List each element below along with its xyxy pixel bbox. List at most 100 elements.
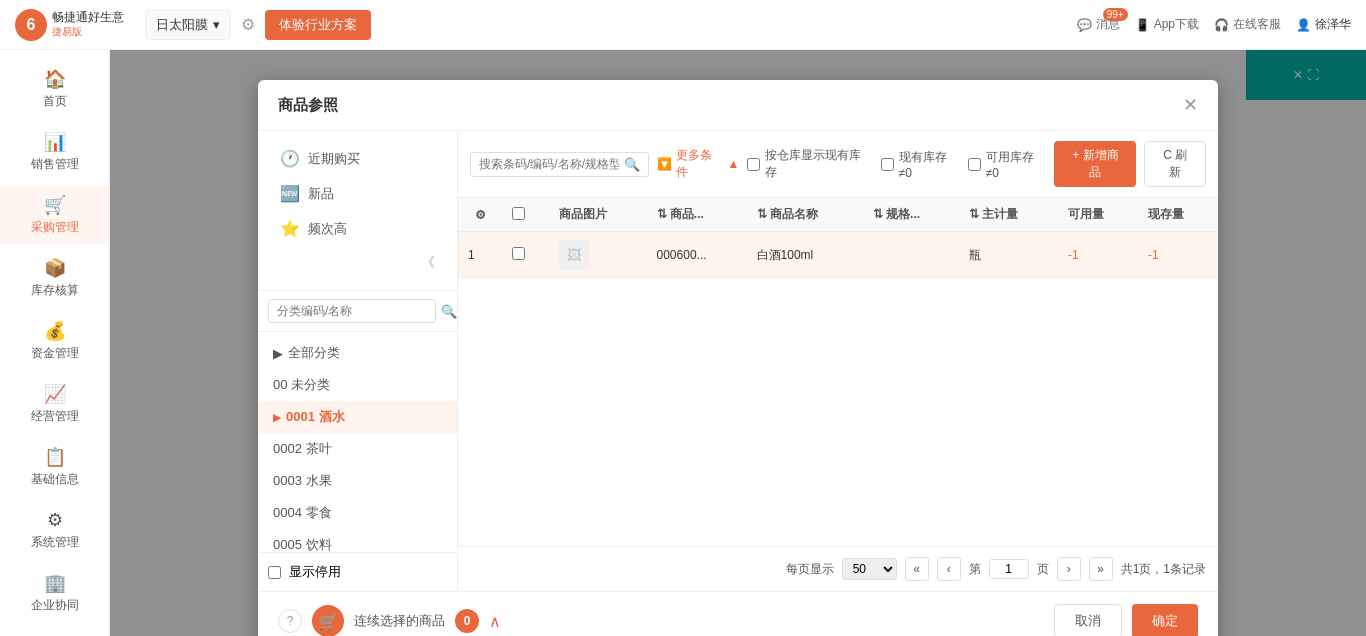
filter-arrow: ▲ <box>728 157 740 171</box>
category-00[interactable]: 00 未分类 <box>258 369 457 401</box>
sidebar-item-system[interactable]: ⚙ 系统管理 <box>0 501 109 559</box>
row-spec <box>863 232 959 279</box>
category-list: ▶ 全部分类 00 未分类 ▶ 0001 酒水 0002 茶 <box>258 332 457 552</box>
app-download-nav[interactable]: 📱 App下载 <box>1135 16 1199 33</box>
category-0002-label: 0002 茶叶 <box>273 440 332 458</box>
row-stock: -1 <box>1138 232 1218 279</box>
user-nav[interactable]: 👤 徐泽华 <box>1296 16 1351 33</box>
main-content: ✕ ⛶ 商品参照 ✕ <box>110 50 1366 636</box>
select-all-checkbox[interactable] <box>512 207 525 220</box>
cancel-button[interactable]: 取消 <box>1054 604 1122 636</box>
col-available-header: 可用量 <box>1058 198 1138 232</box>
row-image: 🖼 <box>549 232 646 279</box>
question-mark-icon: ? <box>287 614 294 628</box>
per-page-select[interactable]: 50 10 20 100 <box>842 558 897 580</box>
quick-access-area: 🕐 近期购买 🆕 新品 ⭐ 频次高 <box>258 131 457 291</box>
next-page-button[interactable]: › <box>1057 557 1081 581</box>
current-stock-checkbox-group: 现有库存≠0 <box>881 149 960 180</box>
brand-name: 畅捷通好生意 <box>52 10 124 26</box>
enterprise-icon: 🏢 <box>44 572 66 594</box>
sidebar-item-basic-info[interactable]: 📋 基础信息 <box>0 438 109 496</box>
username-label: 徐泽华 <box>1315 16 1351 33</box>
sidebar-item-inventory[interactable]: 📦 库存核算 <box>0 249 109 307</box>
show-disabled-checkbox[interactable] <box>268 566 281 579</box>
help-icon-button[interactable]: ? <box>278 609 302 633</box>
left-panel-bottom: 显示停用 <box>258 552 457 591</box>
sidebar-item-finance[interactable]: 💰 资金管理 <box>0 312 109 370</box>
first-page-button[interactable]: « <box>905 557 929 581</box>
warehouse-stock-label: 按仓库显示现有库存 <box>765 147 872 181</box>
col-spec-header[interactable]: ⇅ 规格... <box>863 198 959 232</box>
confirm-button[interactable]: 确定 <box>1132 604 1198 636</box>
nav-right: 💬 消息 99+ 📱 App下载 🎧 在线客服 👤 徐泽华 <box>1077 16 1351 33</box>
sidebar-item-home[interactable]: 🏠 首页 <box>0 60 109 118</box>
col-code-header[interactable]: ⇅ 商品... <box>647 198 747 232</box>
logo-area: 6 畅捷通好生意 捷易版 <box>15 9 135 41</box>
last-page-button[interactable]: » <box>1089 557 1113 581</box>
col-settings-header[interactable]: ⚙ <box>458 198 502 232</box>
category-search-input[interactable] <box>268 299 436 323</box>
refresh-button[interactable]: C 刷新 <box>1144 141 1206 187</box>
more-filter-button[interactable]: 🔽 更多条件 ▲ <box>657 147 739 181</box>
cart-button[interactable]: 🛒 <box>312 605 344 636</box>
product-search-input[interactable] <box>479 157 619 171</box>
col-stock-header: 现存量 <box>1138 198 1218 232</box>
row-num: 1 <box>458 232 502 279</box>
footer-right-buttons: 取消 确定 <box>1054 604 1198 636</box>
current-stock-checkbox[interactable] <box>881 158 894 171</box>
col-unit-header[interactable]: ⇅ 主计量 <box>959 198 1058 232</box>
category-00-label: 00 未分类 <box>273 376 330 394</box>
collapse-left-panel[interactable]: 《 <box>268 246 447 280</box>
store-selector[interactable]: 日太阳膜 ▾ <box>145 10 231 40</box>
product-search-bar: 🔍 <box>470 152 649 177</box>
search-icon[interactable]: 🔍 <box>624 157 640 172</box>
category-0002[interactable]: 0002 茶叶 <box>258 433 457 465</box>
toolbar-right-buttons: + 新增商品 C 刷新 <box>1054 141 1206 187</box>
page-suffix: 页 <box>1037 561 1049 578</box>
col-name-header[interactable]: ⇅ 商品名称 <box>747 198 863 232</box>
add-product-button[interactable]: + 新增商品 <box>1054 141 1136 187</box>
category-0001[interactable]: ▶ 0001 酒水 <box>258 401 457 433</box>
home-icon: 🏠 <box>44 68 66 90</box>
quick-item-recent[interactable]: 🕐 近期购买 <box>268 141 447 176</box>
page-number-input[interactable] <box>989 559 1029 579</box>
col-checkbox-header[interactable] <box>502 198 549 232</box>
sidebar-item-guide[interactable]: 🎯 新手引导 <box>0 627 109 636</box>
trial-button[interactable]: 体验行业方案 <box>265 10 371 40</box>
row-code: 000600... <box>647 232 747 279</box>
sidebar-item-sales[interactable]: 📊 销售管理 <box>0 123 109 181</box>
settings-icon[interactable]: ⚙ <box>241 15 255 34</box>
sidebar-item-enterprise[interactable]: 🏢 企业协同 <box>0 564 109 622</box>
quick-item-frequent[interactable]: ⭐ 频次高 <box>268 211 447 246</box>
available-stock-label: 可用库存≠0 <box>986 149 1047 180</box>
left-panel: 🕐 近期购买 🆕 新品 ⭐ 频次高 <box>258 131 458 591</box>
recent-icon: 🕐 <box>280 149 300 168</box>
sidebar-item-management[interactable]: 📈 经营管理 <box>0 375 109 433</box>
show-disabled-label: 显示停用 <box>289 563 341 581</box>
table-row[interactable]: 1 🖼 000600... 白酒100ml <box>458 232 1218 279</box>
messages-nav[interactable]: 💬 消息 99+ <box>1077 16 1120 33</box>
recent-label: 近期购买 <box>308 150 360 168</box>
modal-footer: ? 🛒 连续选择的商品 0 ∧ 取消 确定 <box>258 591 1218 636</box>
category-search-icon[interactable]: 🔍 <box>441 304 457 319</box>
img-placeholder: 🖼 <box>567 247 581 263</box>
warehouse-stock-checkbox[interactable] <box>747 158 760 171</box>
sidebar-basic-info-label: 基础信息 <box>31 471 79 488</box>
sidebar-item-purchase[interactable]: 🛒 采购管理 <box>0 186 109 244</box>
category-0005[interactable]: 0005 饮料 <box>258 529 457 552</box>
cat0001-arrow: ▶ <box>273 412 281 423</box>
continuous-select-label: 连续选择的商品 <box>354 612 445 630</box>
quick-item-new[interactable]: 🆕 新品 <box>268 176 447 211</box>
prev-page-button[interactable]: ‹ <box>937 557 961 581</box>
row-checkbox[interactable] <box>502 232 549 279</box>
product-table-container: ⚙ 商品图片 ⇅ 商品... <box>458 198 1218 546</box>
modal-close-button[interactable]: ✕ <box>1183 94 1198 116</box>
category-all[interactable]: ▶ 全部分类 <box>258 337 457 369</box>
online-service-label: 在线客服 <box>1233 16 1281 33</box>
category-0003[interactable]: 0003 水果 <box>258 465 457 497</box>
available-stock-checkbox[interactable] <box>968 158 981 171</box>
collapse-left-icon: 《 <box>421 254 435 270</box>
footer-collapse-arrow[interactable]: ∧ <box>489 612 501 631</box>
category-0004[interactable]: 0004 零食 <box>258 497 457 529</box>
online-service-nav[interactable]: 🎧 在线客服 <box>1214 16 1281 33</box>
